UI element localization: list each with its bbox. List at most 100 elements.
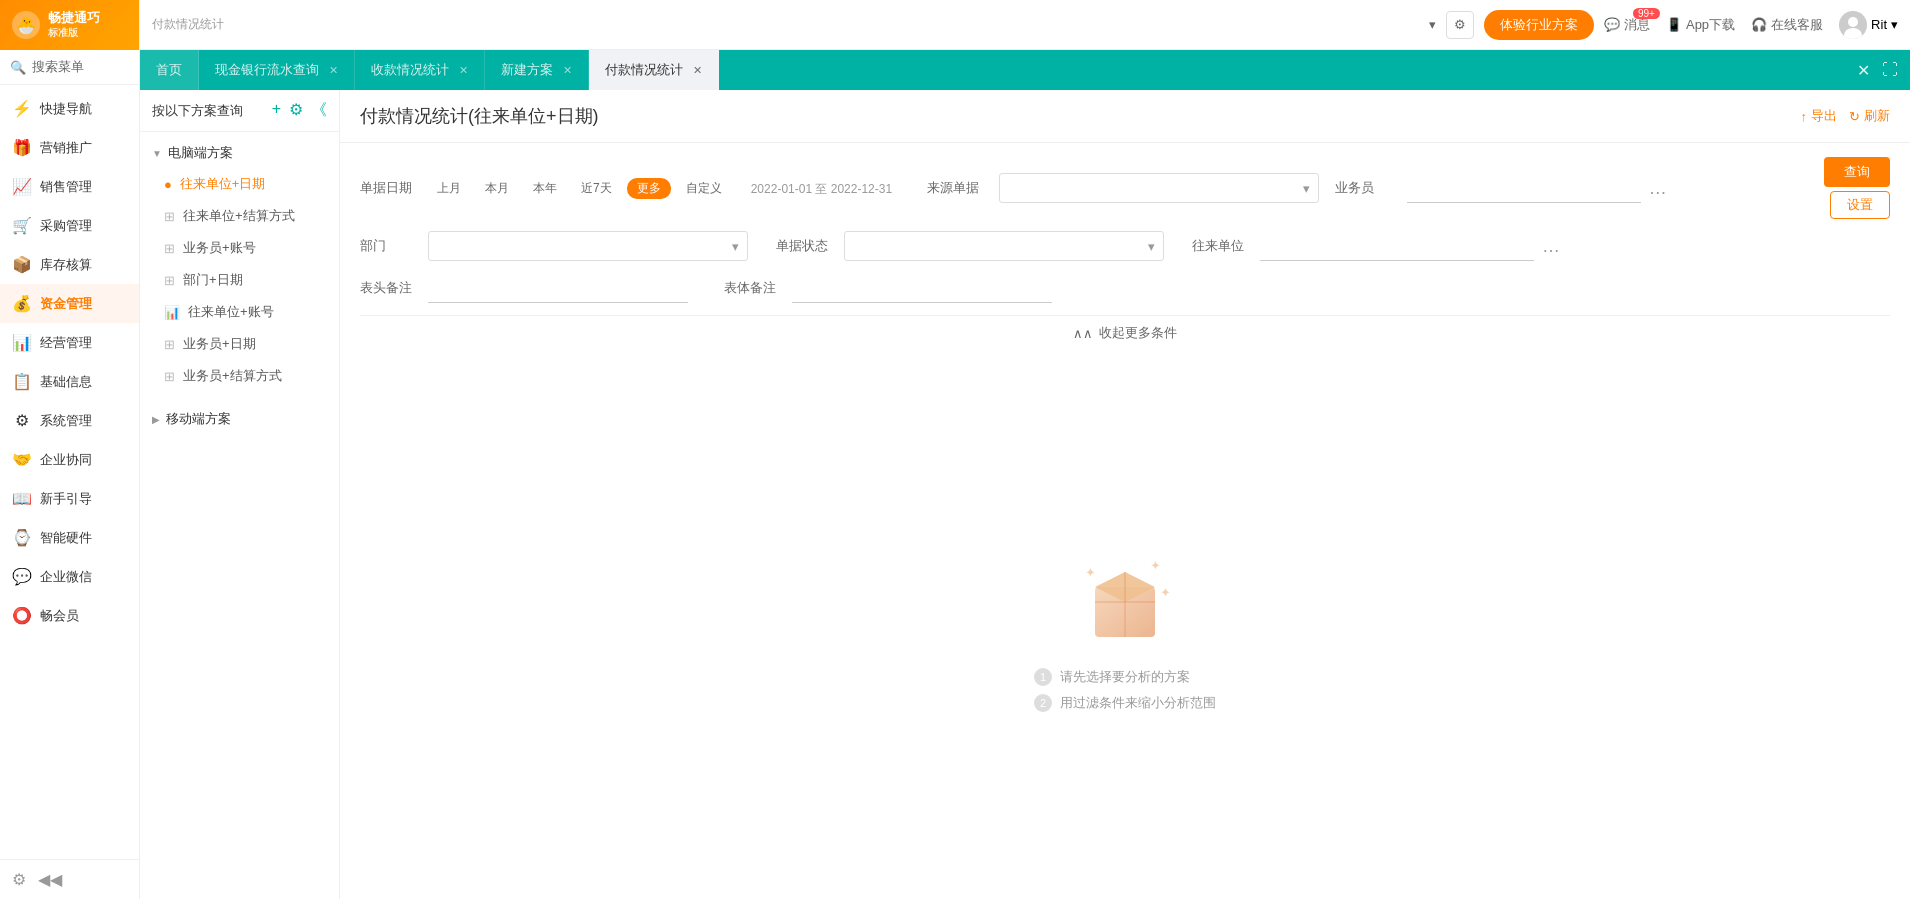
- source-doc-select[interactable]: ▾: [999, 173, 1319, 203]
- inventory-icon: 📦: [12, 255, 32, 274]
- scheme-item-staff-settle[interactable]: ⊞ 业务员+结算方式: [140, 360, 339, 392]
- corp-collab-icon: 🤝: [12, 450, 32, 469]
- close-new-scheme-tab[interactable]: ✕: [563, 64, 572, 77]
- tab-cash-bank[interactable]: 现金银行流水查询 ✕: [199, 50, 355, 90]
- doc-status-select[interactable]: ▾: [844, 231, 1164, 261]
- app-download-btn[interactable]: 📱 App下载: [1666, 16, 1735, 34]
- date-btn-this-year[interactable]: 本年: [524, 176, 566, 201]
- add-scheme-btn[interactable]: +: [272, 100, 281, 121]
- avatar: [1839, 11, 1867, 39]
- query-btn[interactable]: 查询: [1824, 157, 1890, 187]
- tab-new-scheme[interactable]: 新建方案 ✕: [485, 50, 589, 90]
- topbar-dropdown-btn[interactable]: ▾: [1429, 17, 1436, 32]
- refresh-btn[interactable]: ↻ 刷新: [1849, 107, 1890, 125]
- topbar-breadcrumb: 付款情况统计: [152, 16, 1419, 33]
- user-menu[interactable]: Rit ▾: [1839, 11, 1898, 39]
- chart-icon: 📊: [164, 305, 180, 320]
- smart-hw-icon: ⌚: [12, 528, 32, 547]
- sidebar-logo: 🐣 畅捷通巧 标准版: [0, 0, 139, 50]
- close-receipt-stats-tab[interactable]: ✕: [459, 64, 468, 77]
- source-doc-arrow: ▾: [1303, 181, 1310, 196]
- svg-text:✦: ✦: [1160, 585, 1171, 600]
- sidebar-settings-btn[interactable]: ⚙: [12, 870, 26, 889]
- expand-tab-btn[interactable]: ⛶: [1882, 61, 1898, 79]
- left-panel-header: 按以下方案查询 + ⚙ 《: [140, 90, 339, 132]
- table-icon-5: ⊞: [164, 369, 175, 384]
- empty-state: ✦ ✦ ✦ 1 请先选择要分析的方案 2 用过滤条件来缩小分析范围: [340, 364, 1910, 899]
- tabbar: 首页 现金银行流水查询 ✕ 收款情况统计 ✕ 新建方案 ✕ 付款情况统计 ✕ ✕…: [140, 50, 1910, 90]
- sidebar-item-quick-nav[interactable]: ⚡ 快捷导航: [0, 89, 139, 128]
- dept-select[interactable]: ▾: [428, 231, 748, 261]
- collapse-filter-btn[interactable]: ∧∧ 收起更多条件: [360, 315, 1890, 350]
- filter-row-3: 表头备注 表体备注: [360, 273, 1890, 303]
- trial-btn[interactable]: 体验行业方案: [1484, 10, 1594, 40]
- empty-tip-2: 2 用过滤条件来缩小分析范围: [1034, 694, 1216, 712]
- notification-btn[interactable]: 💬 消息 99+: [1604, 16, 1650, 34]
- sidebar-item-basic-info[interactable]: 📋 基础信息: [0, 362, 139, 401]
- date-btn-custom[interactable]: 自定义: [677, 176, 731, 201]
- scheme-item-partner-settle[interactable]: ⊞ 往来单位+结算方式: [140, 200, 339, 232]
- sidebar: 🐣 畅捷通巧 标准版 🔍 搜索菜单 ⚡ 快捷导航 🎁 营销推广 📈 销售管理 🛒…: [0, 0, 140, 899]
- scheme-item-staff-date[interactable]: ⊞ 业务员+日期: [140, 328, 339, 360]
- sidebar-item-vip[interactable]: ⭕ 畅会员: [0, 596, 139, 635]
- sidebar-item-fund[interactable]: 💰 资金管理: [0, 284, 139, 323]
- sidebar-item-smart-hw[interactable]: ⌚ 智能硬件: [0, 518, 139, 557]
- sales-icon: 📈: [12, 177, 32, 196]
- export-icon: ↑: [1801, 109, 1808, 124]
- scheme-item-staff-account[interactable]: ⊞ 业务员+账号: [140, 232, 339, 264]
- sidebar-item-system[interactable]: ⚙ 系统管理: [0, 401, 139, 440]
- partner-input[interactable]: [1260, 231, 1534, 261]
- table-icon-1: ⊞: [164, 209, 175, 224]
- collapse-icon: ∧∧: [1073, 326, 1093, 341]
- fund-icon: 💰: [12, 294, 32, 313]
- close-all-tabs-btn[interactable]: ✕: [1857, 61, 1870, 80]
- scheme-item-partner-account[interactable]: 📊 往来单位+账号: [140, 296, 339, 328]
- system-icon: ⚙: [12, 411, 32, 430]
- close-cash-bank-tab[interactable]: ✕: [329, 64, 338, 77]
- sidebar-footer: ⚙ ◀◀: [0, 859, 139, 899]
- tab-receipt-stats[interactable]: 收款情况统计 ✕: [355, 50, 485, 90]
- online-service-btn[interactable]: 🎧 在线客服: [1751, 16, 1823, 34]
- partner-more-btn[interactable]: …: [1542, 236, 1560, 257]
- sidebar-item-sales[interactable]: 📈 销售管理: [0, 167, 139, 206]
- tabbar-actions: ✕ ⛶: [1845, 50, 1910, 90]
- staff-input[interactable]: [1407, 173, 1641, 203]
- sidebar-item-corp-collab[interactable]: 🤝 企业协同: [0, 440, 139, 479]
- user-dropdown-icon: ▾: [1891, 17, 1898, 32]
- tab-payment-stats[interactable]: 付款情况统计 ✕: [589, 50, 719, 90]
- partner-label: 往来单位: [1192, 237, 1248, 255]
- scheme-settings-btn[interactable]: ⚙: [289, 100, 303, 121]
- close-payment-stats-tab[interactable]: ✕: [693, 64, 702, 77]
- search-menu[interactable]: 🔍 搜索菜单: [0, 50, 139, 85]
- sidebar-item-marketing[interactable]: 🎁 营销推广: [0, 128, 139, 167]
- filter-row-1: 单据日期 上月 本月 本年 近7天 更多 自定义 2022-01-01 至 20…: [360, 157, 1890, 219]
- date-btn-this-month[interactable]: 本月: [476, 176, 518, 201]
- sidebar-item-beginner[interactable]: 📖 新手引导: [0, 479, 139, 518]
- scheme-group-desktop-header[interactable]: ▼ 电脑端方案: [140, 138, 339, 168]
- page-header-top: 付款情况统计(往来单位+日期) ↑ 导出 ↻ 刷新: [360, 104, 1890, 128]
- page-content: 按以下方案查询 + ⚙ 《 ▼ 电脑端方案 ● 往来单位+日期 ⊞: [140, 90, 1910, 899]
- date-btn-more[interactable]: 更多: [627, 178, 671, 199]
- collapse-panel-btn[interactable]: 《: [311, 100, 327, 121]
- dept-arrow: ▾: [732, 239, 739, 254]
- sidebar-item-corp-wechat[interactable]: 💬 企业微信: [0, 557, 139, 596]
- header-note-input[interactable]: [428, 273, 688, 303]
- basic-info-icon: 📋: [12, 372, 32, 391]
- export-btn[interactable]: ↑ 导出: [1801, 107, 1838, 125]
- tab-home[interactable]: 首页: [140, 50, 199, 90]
- filter-area: 单据日期 上月 本月 本年 近7天 更多 自定义 2022-01-01 至 20…: [340, 143, 1910, 364]
- sidebar-item-operation[interactable]: 📊 经营管理: [0, 323, 139, 362]
- scheme-item-partner-date[interactable]: ● 往来单位+日期: [140, 168, 339, 200]
- scheme-group-mobile-header[interactable]: ▶ 移动端方案: [140, 404, 339, 434]
- staff-more-btn[interactable]: …: [1649, 178, 1667, 199]
- body-note-input[interactable]: [792, 273, 1052, 303]
- date-btn-last-month[interactable]: 上月: [428, 176, 470, 201]
- sidebar-item-purchase[interactable]: 🛒 采购管理: [0, 206, 139, 245]
- sidebar-collapse-btn[interactable]: ◀◀: [38, 870, 62, 889]
- svg-text:✦: ✦: [1085, 565, 1096, 580]
- topbar-settings-btn[interactable]: ⚙: [1446, 11, 1474, 39]
- settings-btn[interactable]: 设置: [1830, 191, 1890, 219]
- scheme-item-dept-date[interactable]: ⊞ 部门+日期: [140, 264, 339, 296]
- date-btn-7days[interactable]: 近7天: [572, 176, 621, 201]
- sidebar-item-inventory[interactable]: 📦 库存核算: [0, 245, 139, 284]
